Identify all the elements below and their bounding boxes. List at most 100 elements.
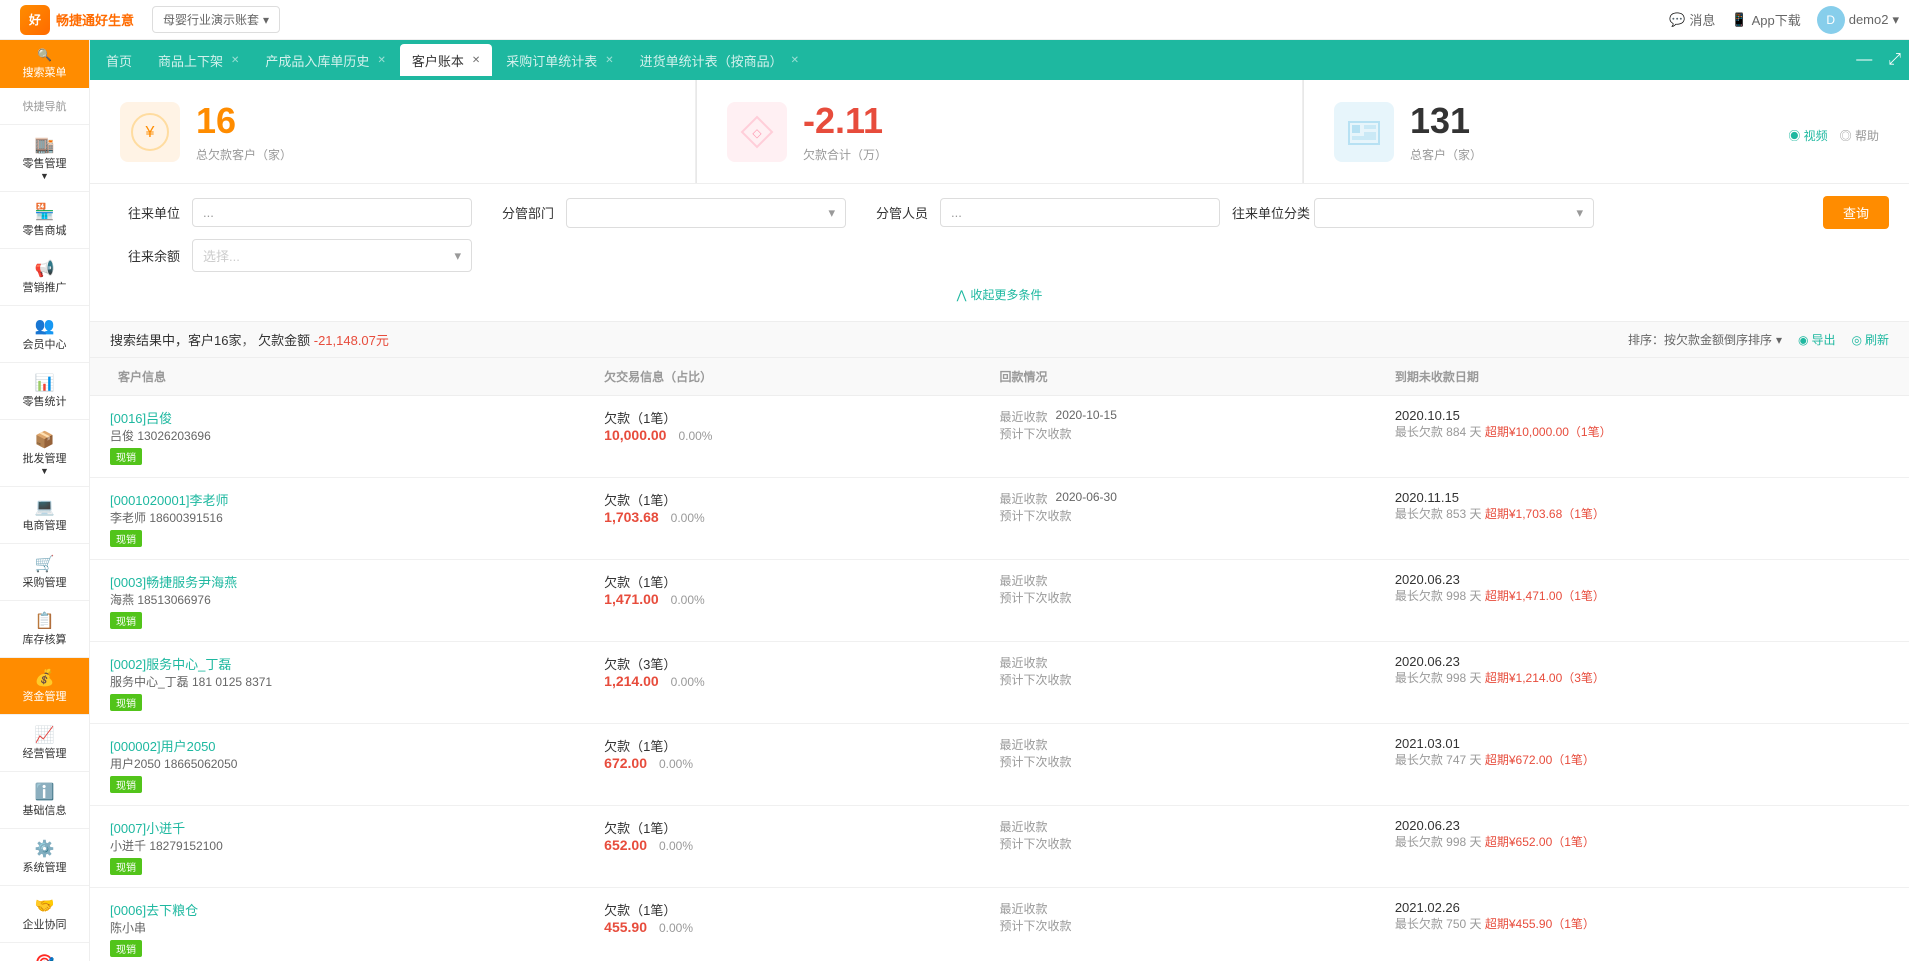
dept-select[interactable]: ▾: [566, 198, 846, 228]
stats-icon: 📊: [35, 373, 55, 393]
tab-close-icon[interactable]: ✕: [231, 55, 239, 66]
message-btn[interactable]: 💬 消息: [1669, 10, 1715, 29]
message-label: 消息: [1689, 10, 1715, 29]
due-date-cell: 2021.02.26 最长欠款 750 天 超期¥455.90（1笔）: [1395, 900, 1889, 932]
chevron-down-icon: ▼: [40, 466, 49, 476]
payback-next: 预计下次收款: [1000, 671, 1395, 688]
debt-percent: 0.00%: [659, 757, 693, 771]
sidebar-item-business[interactable]: 📈 经营管理: [0, 715, 89, 772]
due-date: 2020.11.15: [1395, 490, 1889, 505]
sort-select[interactable]: 排序：按欠款金额倒序排序 ▾: [1628, 331, 1782, 348]
customer-name-link[interactable]: [0016]吕俊: [110, 411, 172, 426]
tab-label: 采购订单统计表: [506, 51, 597, 70]
customer-info-cell: [0007]小迸千 小迸千 18279152100 现销: [110, 818, 604, 875]
sidebar-item-finance[interactable]: 💰 资金管理: [0, 658, 89, 715]
app-download-btn[interactable]: 📱 App下载: [1731, 10, 1800, 29]
payback-label: 最近收款: [1000, 490, 1048, 507]
customer-name-link[interactable]: [0007]小迸千: [110, 821, 185, 836]
col-debt-info: 欠交易信息（占比）: [604, 368, 999, 385]
sidebar-item-quick-nav[interactable]: 快捷导航: [0, 88, 89, 125]
payback-cell: 最近收款 预计下次收款: [1000, 572, 1395, 606]
business-icon: 📈: [35, 725, 55, 745]
tab-home[interactable]: 首页: [94, 44, 144, 76]
sidebar-item-inventory[interactable]: 📋 库存核算: [0, 601, 89, 658]
classification-select[interactable]: ▾: [1314, 198, 1594, 228]
overdue-link[interactable]: 超期¥652.00（1笔）: [1485, 835, 1595, 849]
search-menu-label: 搜索菜单: [8, 64, 81, 80]
sidebar-item-label: 电商管理: [23, 517, 67, 533]
page-content: ¥ 16 总欠款客户（家） ◇: [90, 80, 1909, 961]
stat-card-debt-customers: ¥ 16 总欠款客户（家）: [90, 80, 696, 183]
debt-amount-value: -2.11: [803, 100, 887, 142]
debt-info-cell: 欠款（1笔） 1,703.68 0.00%: [604, 490, 999, 525]
tab-inbound-stats[interactable]: 进货单统计表（按商品） ✕: [628, 44, 811, 76]
due-date-cell: 2020.06.23 最长欠款 998 天 超期¥1,471.00（1笔）: [1395, 572, 1889, 604]
sidebar-item-batch-mgmt[interactable]: 📦 批发管理 ▼: [0, 420, 89, 487]
balance-select[interactable]: 选择... ▾: [192, 239, 472, 272]
customer-tag: 现销: [110, 940, 142, 957]
tab-purchase-order[interactable]: 采购订单统计表 ✕: [494, 44, 625, 76]
tab-production[interactable]: 产成品入库单历史 ✕: [253, 44, 397, 76]
sidebar-item-ecommerce[interactable]: 💻 电商管理: [0, 487, 89, 544]
video-btn[interactable]: ◉ 视频: [1788, 127, 1827, 144]
tab-close-icon[interactable]: ✕: [605, 55, 613, 66]
company-selector[interactable]: 母婴行业演示账套 ▾: [152, 6, 280, 33]
sidebar-item-retail-stats[interactable]: 📊 零售统计: [0, 363, 89, 420]
stat-content-debt-customers: 16 总欠款客户（家）: [196, 100, 292, 163]
purchase-icon: 🛒: [35, 554, 55, 574]
sidebar-item-purchase[interactable]: 🛒 采购管理: [0, 544, 89, 601]
tab-close-icon[interactable]: ✕: [472, 55, 480, 66]
customer-name-link[interactable]: [0001020001]李老师: [110, 493, 229, 508]
customer-name-link[interactable]: [0002]服务中心_丁磊: [110, 657, 231, 672]
sidebar-item-member[interactable]: 👥 会员中心: [0, 306, 89, 363]
help-btn[interactable]: ◎ 帮助: [1840, 127, 1879, 144]
overdue-link[interactable]: 超期¥10,000.00（1笔）: [1485, 425, 1612, 439]
customer-info-cell: [0003]畅捷服务尹海燕 海燕 18513066976 现销: [110, 572, 604, 629]
sidebar-item-retail-mall[interactable]: 🏪 零售商城: [0, 192, 89, 249]
user-arrow-icon: ▾: [1892, 12, 1899, 28]
sidebar-item-label: 零售商城: [23, 222, 67, 238]
sidebar-item-basic-info[interactable]: ℹ️ 基础信息: [0, 772, 89, 829]
tab-close-icon[interactable]: ✕: [791, 55, 799, 66]
due-date: 2020.06.23: [1395, 572, 1889, 587]
user-menu[interactable]: D demo2 ▾: [1817, 6, 1899, 34]
tab-close-icon[interactable]: ✕: [377, 55, 385, 66]
results-actions: 排序：按欠款金额倒序排序 ▾ ◉ 导出 ◎ 刷新: [1628, 331, 1889, 348]
payback-label: 最近收款: [1000, 654, 1048, 671]
tab-customer-account[interactable]: 客户账本 ✕: [400, 44, 492, 76]
export-btn[interactable]: ◉ 导出: [1798, 331, 1836, 348]
overdue-link[interactable]: 超期¥1,214.00（3笔）: [1485, 671, 1605, 685]
customer-name-link[interactable]: [0003]畅捷服务尹海燕: [110, 575, 237, 590]
tab-minimize-btn[interactable]: —: [1852, 47, 1876, 73]
overdue-link[interactable]: 超期¥672.00（1笔）: [1485, 753, 1595, 767]
sidebar-item-retail-mgmt[interactable]: 🏬 零售管理 ▼: [0, 125, 89, 192]
debt-info-cell: 欠款（1笔） 1,471.00 0.00%: [604, 572, 999, 607]
logo-text: 畅捷通好生意: [56, 10, 134, 29]
payback-cell: 最近收款 预计下次收款: [1000, 818, 1395, 852]
sidebar-item-system[interactable]: ⚙️ 系统管理: [0, 829, 89, 886]
customer-name-link[interactable]: [0006]去下粮仓: [110, 903, 198, 918]
debt-customers-icon: ¥: [120, 102, 180, 162]
search-button[interactable]: 查询: [1823, 196, 1889, 229]
tab-expand-btn[interactable]: ⤢: [1884, 47, 1905, 73]
debt-count: 欠款（1笔）: [604, 900, 999, 919]
person-input[interactable]: ...: [940, 198, 1220, 227]
customer-name-link[interactable]: [000002]用户2050: [110, 739, 216, 754]
sidebar-item-marketing[interactable]: 📢 营销推广: [0, 249, 89, 306]
supplier-input[interactable]: ...: [192, 198, 472, 227]
sidebar-item-new-guide[interactable]: 🎯 新手引导: [0, 943, 89, 961]
refresh-btn[interactable]: ◎ 刷新: [1852, 331, 1890, 348]
overdue-link[interactable]: 超期¥455.90（1笔）: [1485, 917, 1595, 931]
search-menu-btn[interactable]: 🔍 搜索菜单: [0, 40, 89, 88]
due-date: 2021.03.01: [1395, 736, 1889, 751]
sort-label: 排序：按欠款金额倒序排序: [1628, 331, 1772, 348]
sidebar-item-label: 零售管理: [23, 155, 67, 171]
overdue-link[interactable]: 超期¥1,703.68（1笔）: [1485, 507, 1605, 521]
collapse-filter-btn[interactable]: ⋀ 收起更多条件: [951, 280, 1049, 309]
sidebar-item-enterprise-coop[interactable]: 🤝 企业协同: [0, 886, 89, 943]
tab-products[interactable]: 商品上下架 ✕: [146, 44, 251, 76]
sidebar-item-label: 资金管理: [23, 688, 67, 704]
customer-phone: 李老师 18600391516: [110, 509, 604, 526]
chevron-down-icon: ▾: [1576, 205, 1583, 221]
overdue-link[interactable]: 超期¥1,471.00（1笔）: [1485, 589, 1605, 603]
